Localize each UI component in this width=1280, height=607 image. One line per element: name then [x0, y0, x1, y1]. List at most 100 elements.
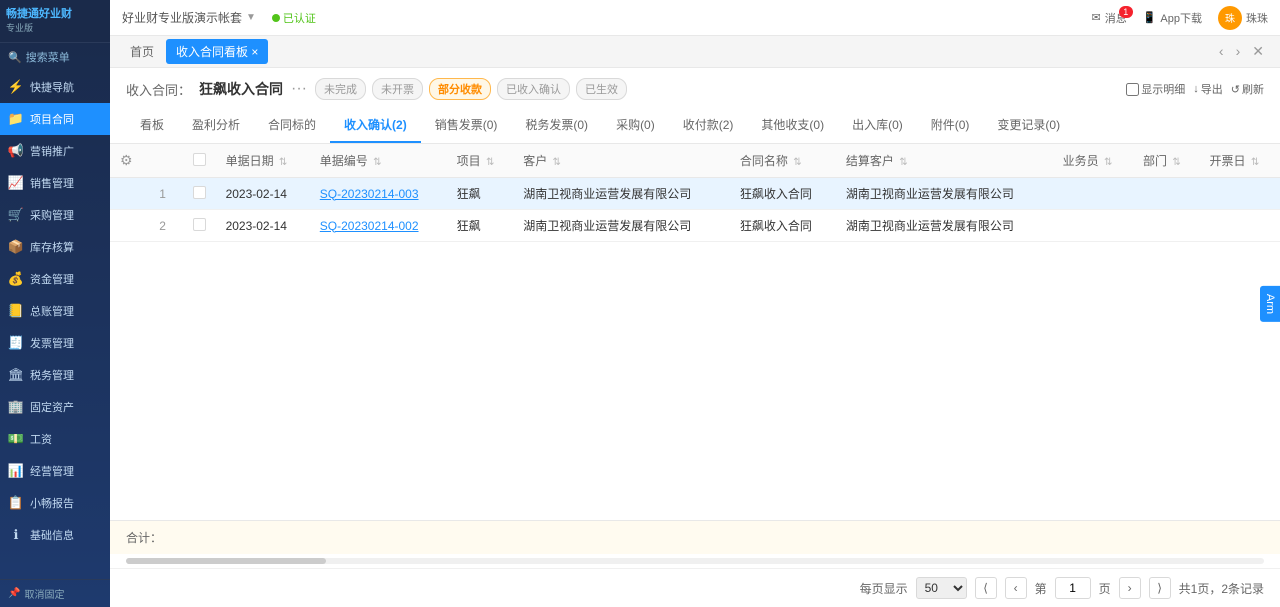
col-department[interactable]: 部门 ⇅ [1133, 144, 1200, 178]
row2-checkbox-cell[interactable] [183, 210, 216, 242]
cert-badge: 已认证 [272, 10, 316, 26]
page-size-select[interactable]: 20 50 100 [916, 577, 967, 599]
sort-order-icon[interactable]: ⇅ [373, 157, 381, 168]
tab-tax-invoice[interactable]: 税务发票(0) [511, 108, 602, 143]
show-detail-action[interactable]: 显示明细 [1126, 81, 1185, 97]
tab-attachment[interactable]: 附件(0) [917, 108, 984, 143]
message-button[interactable]: ✉ 1 消息 [1092, 10, 1127, 26]
sidebar-item-project-contract[interactable]: 📁 项目合同 [0, 103, 110, 135]
col-project-label: 项目 [457, 154, 481, 168]
sidebar-item-label: 项目合同 [30, 111, 74, 127]
col-date[interactable]: 单据日期 ⇅ [216, 144, 310, 178]
sidebar-item-operations[interactable]: 📊 经营管理 [0, 455, 110, 487]
col-project[interactable]: 项目 ⇅ [447, 144, 514, 178]
download-icon: 📱 [1143, 11, 1157, 24]
tab-profit[interactable]: 盈利分析 [178, 108, 254, 143]
row1-num: 1 [143, 178, 183, 210]
settings-icon[interactable]: ⚙ [120, 152, 133, 168]
scrollbar-thumb[interactable] [126, 558, 326, 564]
user-menu[interactable]: 珠 珠珠 [1218, 6, 1268, 30]
company-selector[interactable]: 好业财专业版演示帐套 ▼ [122, 9, 256, 26]
tab-kanban[interactable]: 看板 [126, 108, 178, 143]
app-download-button[interactable]: 📱 App下载 [1143, 10, 1202, 26]
sidebar-item-marketing[interactable]: 📢 营销推广 [0, 135, 110, 167]
table-row[interactable]: 1 2023-02-14 SQ-20230214-003 狂飙 湖南卫视商业运营… [110, 178, 1280, 210]
col-result-customer[interactable]: 结算客户 ⇅ [836, 144, 1053, 178]
tab-income-confirm[interactable]: 收入确认(2) [330, 108, 421, 143]
row2-order-no[interactable]: SQ-20230214-002 [310, 210, 447, 242]
row2-open-date [1200, 210, 1280, 242]
status-confirmed[interactable]: 已收入确认 [497, 78, 570, 100]
status-partial[interactable]: 部分收款 [429, 78, 491, 100]
col-open-date[interactable]: 开票日 ⇅ [1200, 144, 1280, 178]
sort-sales-icon[interactable]: ⇅ [1104, 157, 1112, 168]
sort-dept-icon[interactable]: ⇅ [1172, 157, 1180, 168]
tab-payment[interactable]: 收付款(2) [669, 108, 748, 143]
sidebar-item-fund[interactable]: 💰 资金管理 [0, 263, 110, 295]
col-customer[interactable]: 客户 ⇅ [513, 144, 730, 178]
more-button[interactable]: ··· [291, 81, 307, 97]
horizontal-scrollbar-area[interactable] [110, 554, 1280, 568]
table-row[interactable]: 2 2023-02-14 SQ-20230214-002 狂飙 湖南卫视商业运营… [110, 210, 1280, 242]
col-settings[interactable]: ⚙ [110, 144, 143, 178]
sort-project-icon[interactable]: ⇅ [486, 157, 494, 168]
sidebar-item-quick-nav[interactable]: ⚡ 快捷导航 [0, 71, 110, 103]
select-all-checkbox[interactable] [193, 153, 206, 166]
scrollbar-track[interactable] [126, 558, 1264, 564]
right-edge-button[interactable]: Arm [1260, 285, 1280, 321]
sidebar-bottom-pin[interactable]: 📌 取消固定 [0, 579, 110, 607]
col-date-label: 单据日期 [226, 154, 274, 168]
sidebar-item-report[interactable]: 📋 小畅报告 [0, 487, 110, 519]
sort-contract-icon[interactable]: ⇅ [793, 157, 801, 168]
refresh-action[interactable]: ↺ 刷新 [1231, 81, 1264, 97]
prev-page-button[interactable]: ‹ [1005, 577, 1027, 599]
tab-income-contract[interactable]: 收入合同看板 × [166, 39, 268, 64]
sidebar-item-sales[interactable]: 📈 销售管理 [0, 167, 110, 199]
sidebar-item-label: 搜索菜单 [26, 49, 70, 65]
sort-open-date-icon[interactable]: ⇅ [1251, 157, 1259, 168]
first-page-button[interactable]: ⟨ [975, 577, 997, 599]
sidebar-item-inventory[interactable]: 📦 库存核算 [0, 231, 110, 263]
sidebar-item-ledger[interactable]: 📒 总账管理 [0, 295, 110, 327]
sidebar-item-fixed-assets[interactable]: 🏢 固定资产 [0, 391, 110, 423]
row1-checkbox[interactable] [193, 186, 206, 199]
tab-next-button[interactable]: › [1232, 43, 1245, 60]
status-effective[interactable]: 已生效 [576, 78, 627, 100]
sort-date-icon[interactable]: ⇅ [279, 157, 287, 168]
sidebar-item-invoice[interactable]: 🧾 发票管理 [0, 327, 110, 359]
sidebar-item-search[interactable]: 🔍 搜索菜单 [0, 43, 110, 71]
tab-change-log[interactable]: 变更记录(0) [983, 108, 1074, 143]
col-order-no[interactable]: 单据编号 ⇅ [310, 144, 447, 178]
sidebar-item-purchase[interactable]: 🛒 采购管理 [0, 199, 110, 231]
tab-contract-std[interactable]: 合同标的 [254, 108, 330, 143]
row1-order-no[interactable]: SQ-20230214-003 [310, 178, 447, 210]
col-salesperson[interactable]: 业务员 ⇅ [1053, 144, 1133, 178]
tab-purchase[interactable]: 采购(0) [602, 108, 669, 143]
sidebar-item-basic-info[interactable]: ℹ 基础信息 [0, 519, 110, 551]
sidebar-item-tax[interactable]: 🏛 税务管理 [0, 359, 110, 391]
row1-checkbox-cell[interactable] [183, 178, 216, 210]
tab-home[interactable]: 首页 [122, 43, 162, 60]
app-subtitle: 专业版 [6, 21, 72, 34]
sort-result-icon[interactable]: ⇅ [899, 157, 907, 168]
tab-sales-invoice[interactable]: 销售发票(0) [421, 108, 512, 143]
next-page-button[interactable]: › [1119, 577, 1141, 599]
tab-prev-button[interactable]: ‹ [1215, 43, 1228, 60]
col-contract-name[interactable]: 合同名称 ⇅ [730, 144, 836, 178]
sort-customer-icon[interactable]: ⇅ [553, 157, 561, 168]
export-action[interactable]: ↓ 导出 [1193, 81, 1223, 97]
show-detail-checkbox[interactable] [1126, 83, 1139, 96]
tab-close-button[interactable]: ✕ [1248, 43, 1268, 60]
status-uninvoiced[interactable]: 未开票 [372, 78, 423, 100]
sidebar-item-label: 资金管理 [30, 271, 74, 287]
sidebar-item-labor[interactable]: 💵 工资 [0, 423, 110, 455]
page-number-input[interactable] [1055, 577, 1091, 599]
status-incomplete[interactable]: 未完成 [315, 78, 366, 100]
row1-order-link[interactable]: SQ-20230214-003 [320, 187, 419, 201]
row2-order-link[interactable]: SQ-20230214-002 [320, 219, 419, 233]
last-page-button[interactable]: ⟩ [1149, 577, 1171, 599]
row1-result-customer: 湖南卫视商业运营发展有限公司 [836, 178, 1053, 210]
row2-checkbox[interactable] [193, 218, 206, 231]
tab-warehouse[interactable]: 出入库(0) [838, 108, 917, 143]
tab-other-income[interactable]: 其他收支(0) [747, 108, 838, 143]
